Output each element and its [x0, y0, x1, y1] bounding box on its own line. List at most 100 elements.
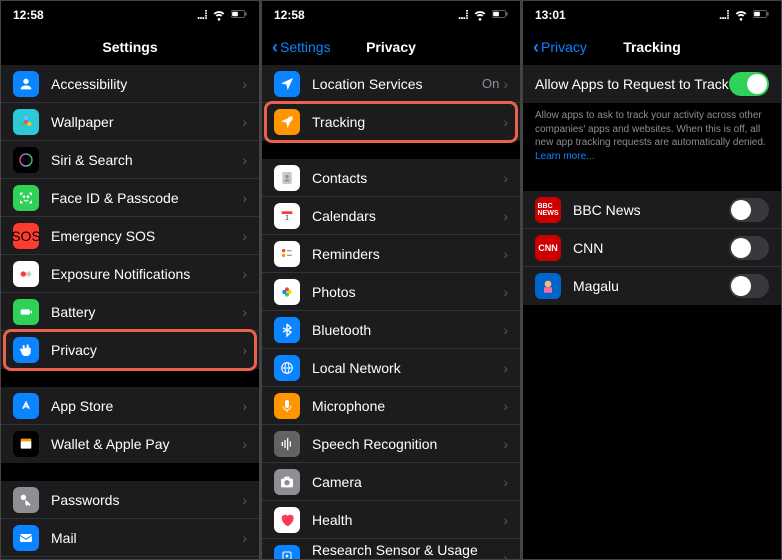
- app-toggle-cnn[interactable]: [729, 236, 769, 260]
- page-title: Tracking: [623, 39, 681, 55]
- row-reminders2[interactable]: Reminders›: [262, 235, 520, 273]
- status-time: 13:01: [535, 8, 566, 22]
- signal-icon: ...⁞: [719, 8, 729, 22]
- status-right: ...⁞: [458, 6, 508, 25]
- row-siri[interactable]: Siri & Search›: [1, 141, 259, 179]
- chevron-right-icon: ›: [242, 530, 247, 546]
- app-row-cnn[interactable]: CNN CNN: [523, 229, 781, 267]
- chevron-right-icon: ›: [242, 190, 247, 206]
- row-speech[interactable]: Speech Recognition›: [262, 425, 520, 463]
- learn-more-link[interactable]: Learn more...: [535, 151, 594, 162]
- hand-icon: [13, 337, 39, 363]
- row-contacts[interactable]: Contacts›: [1, 557, 259, 559]
- page-title: Privacy: [366, 39, 416, 55]
- app-icon-cnn: CNN: [535, 235, 561, 261]
- app-row-bbc[interactable]: BBCNEWSBBC News: [523, 191, 781, 229]
- person-icon: [13, 71, 39, 97]
- row-microphone[interactable]: Microphone›: [262, 387, 520, 425]
- page-title: Settings: [102, 39, 157, 55]
- row-label: Battery: [51, 304, 242, 320]
- app-toggle-magalu[interactable]: [729, 274, 769, 298]
- location-icon: [274, 71, 300, 97]
- app-icon-bbc: BBCNEWS: [535, 197, 561, 223]
- allow-tracking-toggle[interactable]: [729, 72, 769, 96]
- back-button[interactable]: ‹Privacy: [533, 37, 587, 58]
- app-label: CNN: [573, 240, 729, 256]
- row-label: Camera: [312, 474, 503, 490]
- nav-header: ‹Privacy Tracking: [523, 29, 781, 65]
- row-label: App Store: [51, 398, 242, 414]
- chevron-left-icon: ‹: [272, 37, 278, 58]
- chevron-right-icon: ›: [242, 342, 247, 358]
- battery-icon: [13, 299, 39, 325]
- row-contacts2[interactable]: Contacts›: [262, 159, 520, 197]
- row-faceid[interactable]: Face ID & Passcode›: [1, 179, 259, 217]
- row-label: Tracking: [312, 114, 503, 130]
- chevron-right-icon: ›: [503, 360, 508, 376]
- siri-icon: [13, 147, 39, 173]
- row-mail[interactable]: Mail›: [1, 519, 259, 557]
- chevron-right-icon: ›: [242, 114, 247, 130]
- bluetooth-icon: [274, 317, 300, 343]
- row-privacy[interactable]: Privacy›: [1, 331, 259, 369]
- back-button[interactable]: ‹Settings: [272, 37, 331, 58]
- privacy-list[interactable]: Location ServicesOn›Tracking›Contacts›1C…: [262, 65, 520, 559]
- row-calendars[interactable]: 1Calendars›: [262, 197, 520, 235]
- status-time: 12:58: [274, 8, 305, 22]
- row-localnet[interactable]: Local Network›: [262, 349, 520, 387]
- screen-privacy: 12:58 ...⁞ ‹Settings Privacy Location Se…: [262, 1, 520, 559]
- flower-icon: [13, 109, 39, 135]
- wifi-icon: [211, 6, 227, 25]
- health-icon: [274, 507, 300, 533]
- row-label: Bluetooth: [312, 322, 503, 338]
- chevron-right-icon: ›: [503, 246, 508, 262]
- chevron-left-icon: ‹: [533, 37, 539, 58]
- row-label: Calendars: [312, 208, 503, 224]
- row-battery[interactable]: Battery›: [1, 293, 259, 331]
- row-camera[interactable]: Camera›: [262, 463, 520, 501]
- app-toggle-bbc[interactable]: [729, 198, 769, 222]
- status-bar: 12:58 ...⁞: [262, 1, 520, 29]
- mail-icon: [13, 525, 39, 551]
- row-label: Privacy: [51, 342, 242, 358]
- row-health[interactable]: Health›: [262, 501, 520, 539]
- chevron-right-icon: ›: [503, 550, 508, 560]
- nav-header: Settings: [1, 29, 259, 65]
- settings-list[interactable]: Accessibility›Wallpaper›Siri & Search›Fa…: [1, 65, 259, 559]
- row-location[interactable]: Location ServicesOn›: [262, 65, 520, 103]
- row-label: Emergency SOS: [51, 228, 242, 244]
- tracking-list[interactable]: Allow Apps to Request to Track Allow app…: [523, 65, 781, 559]
- row-bluetooth[interactable]: Bluetooth›: [262, 311, 520, 349]
- row-appstore[interactable]: App Store›: [1, 387, 259, 425]
- contacts-icon: [274, 165, 300, 191]
- mic-icon: [274, 393, 300, 419]
- row-passwords[interactable]: Passwords›: [1, 481, 259, 519]
- row-wallet[interactable]: Wallet & Apple Pay›: [1, 425, 259, 463]
- row-label: Face ID & Passcode: [51, 190, 242, 206]
- wallet-icon: [13, 431, 39, 457]
- allow-tracking-row[interactable]: Allow Apps to Request to Track: [523, 65, 781, 103]
- row-label: Location Services: [312, 76, 482, 92]
- key-icon: [13, 487, 39, 513]
- row-label: Exposure Notifications: [51, 266, 242, 282]
- row-research[interactable]: Research Sensor & Usage Data›: [262, 539, 520, 559]
- photos-icon: [274, 279, 300, 305]
- row-sos[interactable]: SOSEmergency SOS›: [1, 217, 259, 255]
- row-photos[interactable]: Photos›: [262, 273, 520, 311]
- battery-icon: [753, 6, 769, 25]
- screen-tracking: 13:01 ...⁞ ‹Privacy Tracking Allow Apps …: [523, 1, 781, 559]
- row-label: Mail: [51, 530, 242, 546]
- app-row-magalu[interactable]: Magalu: [523, 267, 781, 305]
- chevron-right-icon: ›: [242, 228, 247, 244]
- row-exposure[interactable]: Exposure Notifications›: [1, 255, 259, 293]
- status-time: 12:58: [13, 8, 44, 22]
- research-icon: [274, 545, 300, 560]
- nav-header: ‹Settings Privacy: [262, 29, 520, 65]
- face-icon: [13, 185, 39, 211]
- chevron-right-icon: ›: [242, 76, 247, 92]
- chevron-right-icon: ›: [242, 304, 247, 320]
- row-tracking[interactable]: Tracking›: [262, 103, 520, 141]
- row-accessibility[interactable]: Accessibility›: [1, 65, 259, 103]
- row-wallpaper[interactable]: Wallpaper›: [1, 103, 259, 141]
- row-label: Research Sensor & Usage Data: [312, 542, 503, 560]
